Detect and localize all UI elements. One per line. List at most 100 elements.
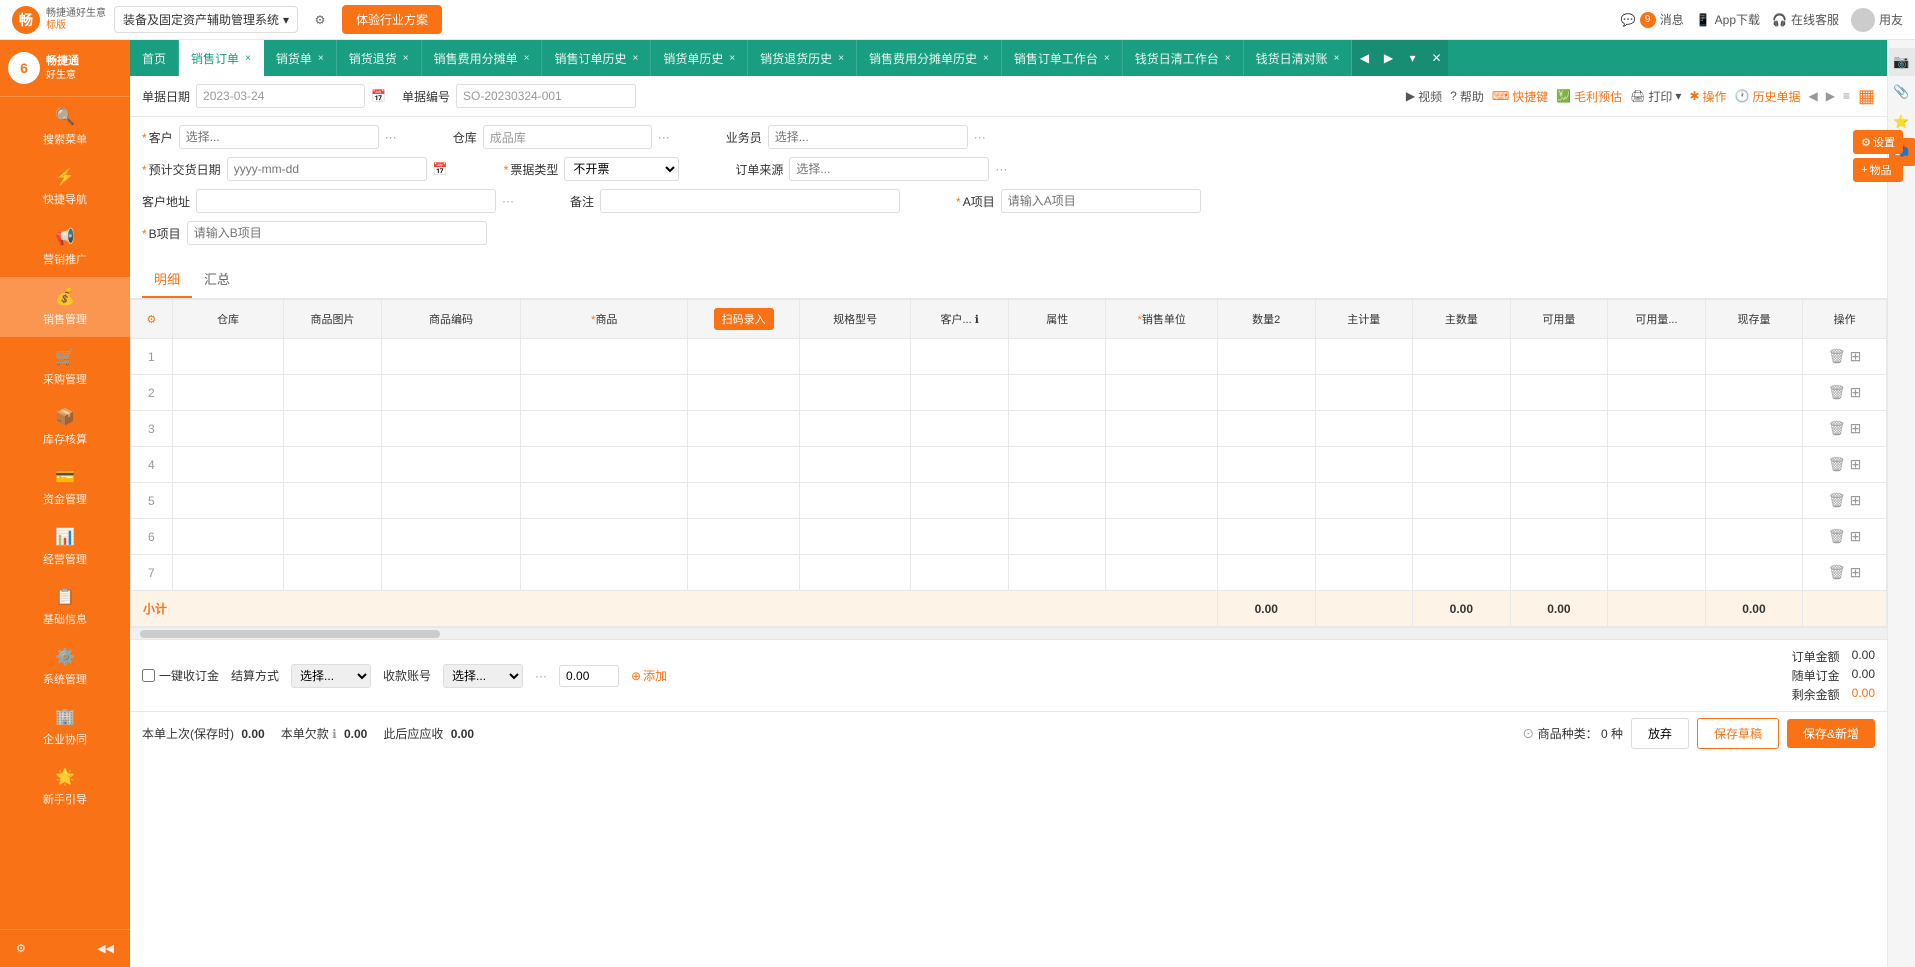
shortcut-button[interactable]: ⌨ 快捷键	[1492, 88, 1548, 105]
print-button[interactable]: 🖨 打印 ▾	[1630, 88, 1681, 105]
tab-close-sales-order[interactable]: ×	[245, 53, 251, 64]
module-settings-icon[interactable]: ⚙	[306, 6, 334, 34]
tab-expense-history[interactable]: 销售费用分摊单历史 ×	[857, 40, 1002, 76]
sidebar-item-enterprise[interactable]: 🏢 企业协同	[0, 697, 130, 757]
copy-row-2-icon[interactable]: ⊞	[1850, 384, 1862, 401]
add-payment-button[interactable]: ⊕ 添加	[631, 667, 667, 684]
delete-row-1-icon[interactable]: 🗑	[1828, 348, 1846, 365]
warehouse-more-icon[interactable]: ···	[658, 130, 670, 144]
delete-row-5-icon[interactable]: 🗑	[1828, 492, 1846, 509]
salesperson-more-icon[interactable]: ···	[974, 130, 986, 144]
sidebar-item-operations[interactable]: 📊 经营管理	[0, 517, 130, 577]
tab-close-return-history[interactable]: ×	[729, 53, 735, 64]
tab-sales-order[interactable]: 销售订单 ×	[179, 40, 264, 76]
settings-panel-button[interactable]: ⚙ 设置	[1853, 130, 1887, 154]
order-no-input[interactable]	[456, 84, 636, 108]
one-click-checkbox-input[interactable]	[142, 669, 155, 682]
tab-return-history[interactable]: 销货单历史 ×	[651, 40, 748, 76]
online-support-button[interactable]: 🎧 在线客服	[1772, 11, 1839, 28]
sidebar-settings-button[interactable]: ⚙	[12, 938, 30, 959]
save-new-button[interactable]: 保存&新增	[1787, 719, 1875, 748]
account-more-icon[interactable]: ···	[535, 669, 547, 683]
nav-prev-button[interactable]: ◀	[1809, 89, 1818, 103]
tab-sales-refund[interactable]: 销货退货 ×	[337, 40, 422, 76]
sidebar-item-sales[interactable]: 💰 销售管理	[0, 277, 130, 337]
copy-row-3-icon[interactable]: ⊞	[1850, 420, 1862, 437]
copy-row-4-icon[interactable]: ⊞	[1850, 456, 1862, 473]
app-download-button[interactable]: 📱 App下载	[1696, 11, 1760, 28]
module-selector[interactable]: 装备及固定资产辅助管理系统 ▾	[114, 6, 298, 33]
payment-account-select[interactable]: 选择...	[443, 664, 523, 688]
save-draft-button[interactable]: 保存草稿	[1697, 718, 1779, 749]
trial-button[interactable]: 体验行业方案	[342, 5, 442, 34]
tab-cash-reconcile[interactable]: 钱货日清对账 ×	[1244, 40, 1353, 76]
customer-input[interactable]	[179, 125, 379, 149]
user-avatar-button[interactable]: 用友	[1851, 8, 1903, 32]
right-float-camera-icon[interactable]: 📷	[1889, 48, 1915, 76]
delete-row-2-icon[interactable]: 🗑	[1828, 384, 1846, 401]
warehouse-input[interactable]	[483, 125, 652, 149]
tab-order-history[interactable]: 销售订单历史 ×	[542, 40, 651, 76]
date-input[interactable]	[196, 84, 365, 108]
table-scrollbar[interactable]	[130, 627, 1887, 639]
invoice-type-select[interactable]: 不开票 增值税普通发票 增值税专用发票	[564, 157, 679, 181]
sidebar-item-finance[interactable]: 💳 资金管理	[0, 457, 130, 517]
copy-row-5-icon[interactable]: ⊞	[1850, 492, 1862, 509]
messages-button[interactable]: 💬 9 消息	[1621, 11, 1684, 28]
sidebar-item-system[interactable]: ⚙️ 系统管理	[0, 637, 130, 697]
tab-menu-button[interactable]: ▾	[1400, 40, 1424, 76]
delete-row-3-icon[interactable]: 🗑	[1828, 420, 1846, 437]
operate-button[interactable]: ✱ 操作	[1689, 88, 1726, 105]
tab-order-workspace[interactable]: 销售订单工作台 ×	[1002, 40, 1123, 76]
delivery-date-input[interactable]	[227, 157, 427, 181]
tab-close-order-workspace[interactable]: ×	[1104, 53, 1110, 64]
order-source-more-icon[interactable]: ···	[995, 162, 1007, 176]
tab-close-expense-split[interactable]: ×	[524, 53, 530, 64]
detail-tab-summary[interactable]: 汇总	[192, 261, 242, 298]
calendar-icon[interactable]: 📅	[371, 89, 386, 103]
tab-close-sales-return[interactable]: ×	[318, 53, 324, 64]
sidebar-item-search[interactable]: 🔍 搜索菜单	[0, 97, 130, 157]
sidebar-item-purchase[interactable]: 🛒 采购管理	[0, 337, 130, 397]
copy-row-7-icon[interactable]: ⊞	[1850, 564, 1862, 581]
view-list-icon[interactable]: ≡	[1843, 89, 1850, 103]
tab-sales-return[interactable]: 销货单 ×	[264, 40, 337, 76]
nav-next-button[interactable]: ▶	[1826, 89, 1835, 103]
address-more-icon[interactable]: ···	[502, 194, 514, 208]
sidebar-item-inventory[interactable]: 📦 库存核算	[0, 397, 130, 457]
tab-prev-button[interactable]: ◀	[1352, 40, 1376, 76]
detail-tab-detail[interactable]: 明细	[142, 261, 192, 298]
tab-close-order-history[interactable]: ×	[632, 53, 638, 64]
tab-cash-workspace[interactable]: 钱货日清工作台 ×	[1123, 40, 1244, 76]
tab-close-cash-reconcile[interactable]: ×	[1334, 53, 1340, 64]
add-goods-button[interactable]: + 物品	[1853, 158, 1887, 182]
sidebar-item-guide[interactable]: 🌟 新手引导	[0, 757, 130, 817]
order-source-input[interactable]	[789, 157, 989, 181]
help-button[interactable]: ? 帮助	[1450, 88, 1484, 105]
customer-more-icon[interactable]: ···	[385, 130, 397, 144]
sidebar-item-basic-info[interactable]: 📋 基础信息	[0, 577, 130, 637]
copy-row-1-icon[interactable]: ⊞	[1850, 348, 1862, 365]
one-click-payment-checkbox[interactable]: 一键收订金	[142, 667, 219, 684]
scrollbar-thumb[interactable]	[140, 630, 440, 638]
profit-estimate-button[interactable]: 💹 毛利预估	[1556, 88, 1622, 105]
remarks-input[interactable]	[600, 189, 900, 213]
delete-row-4-icon[interactable]: 🗑	[1828, 456, 1846, 473]
customer-address-input[interactable]	[196, 189, 496, 213]
a-project-input[interactable]	[1001, 189, 1201, 213]
tab-close-sales-refund[interactable]: ×	[403, 53, 409, 64]
sidebar-item-quick-nav[interactable]: ⚡ 快捷导航	[0, 157, 130, 217]
sidebar-item-marketing[interactable]: 📢 营销推广	[0, 217, 130, 277]
scan-button[interactable]: 扫码录入	[714, 308, 774, 330]
payment-amount-input[interactable]	[559, 665, 619, 687]
payment-method-select[interactable]: 选择...	[291, 664, 371, 688]
view-video-button[interactable]: ▶ 视频	[1406, 88, 1442, 105]
tab-expense-split[interactable]: 销售费用分摊单 ×	[422, 40, 543, 76]
tab-close-refund-history[interactable]: ×	[838, 53, 844, 64]
tab-home[interactable]: 首页	[130, 40, 179, 76]
delete-row-7-icon[interactable]: 🗑	[1828, 564, 1846, 581]
discard-button[interactable]: 放弃	[1631, 718, 1689, 749]
view-card-icon[interactable]: ▦	[1858, 86, 1875, 107]
copy-row-6-icon[interactable]: ⊞	[1850, 528, 1862, 545]
history-button[interactable]: 🕐 历史单据	[1735, 88, 1801, 105]
